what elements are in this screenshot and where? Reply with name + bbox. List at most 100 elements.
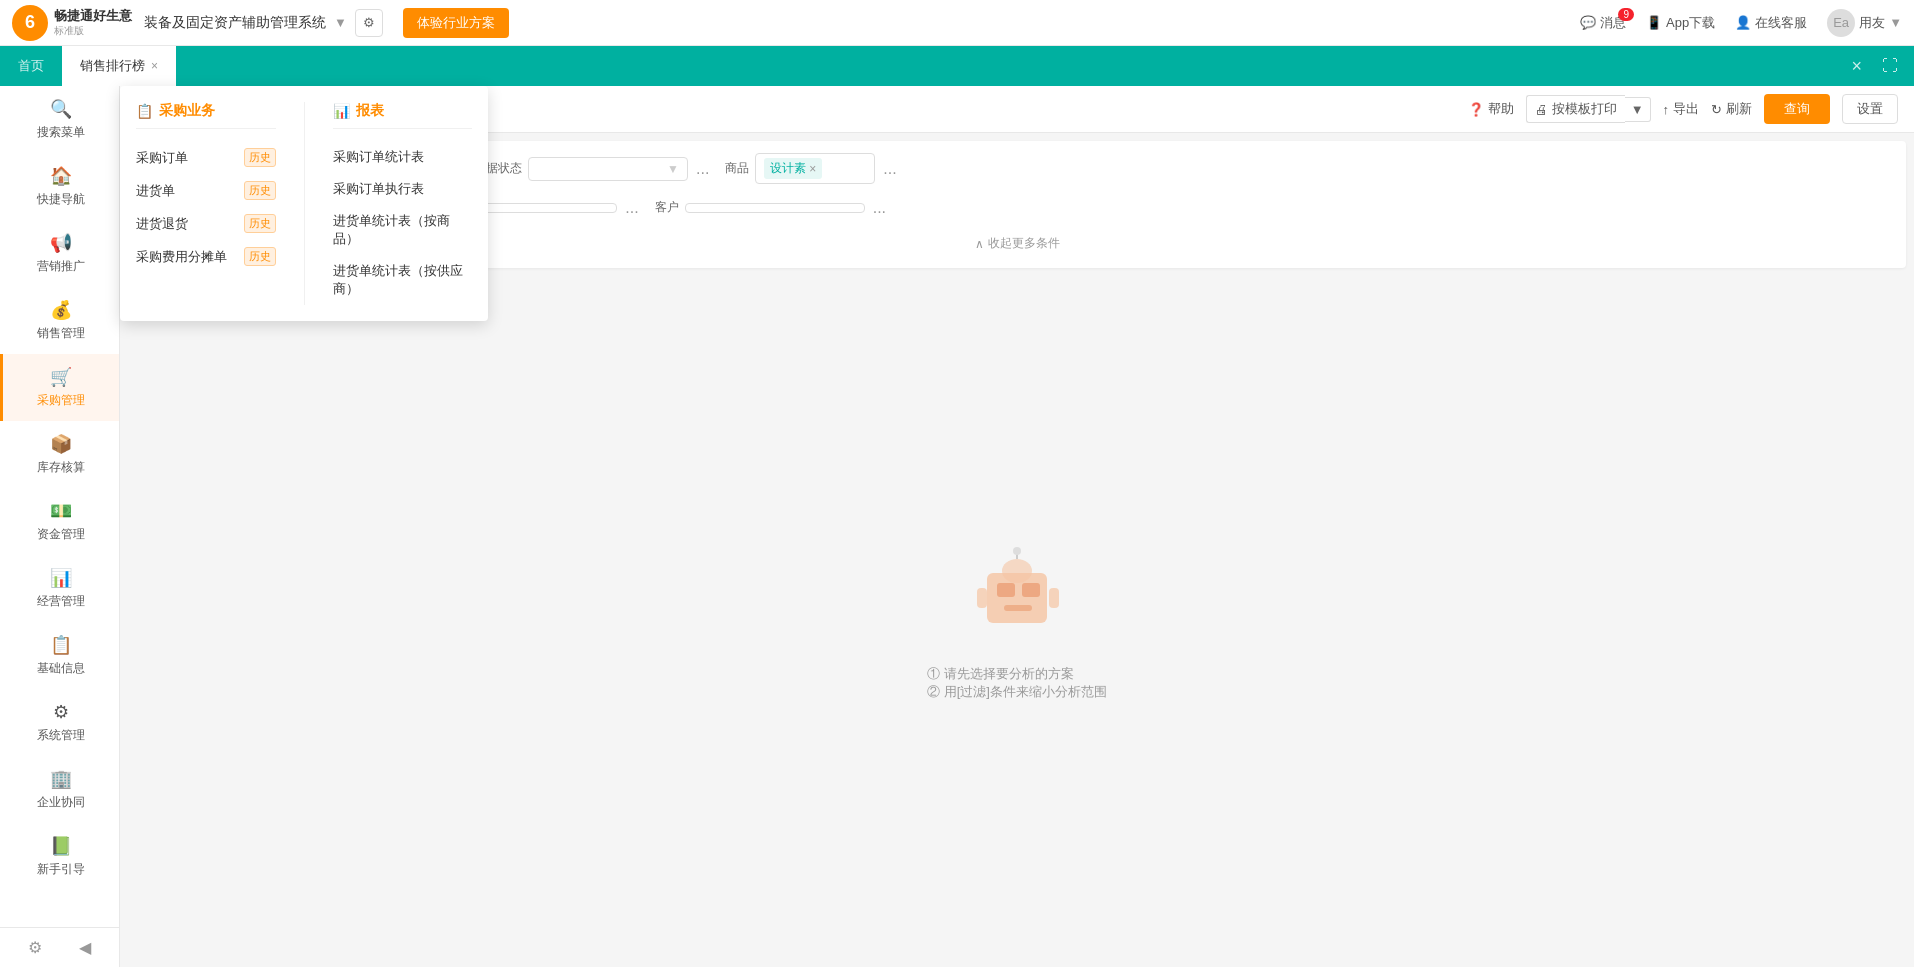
purchase-order-history-badge[interactable]: 历史 <box>244 148 276 167</box>
dropdown-item-purchase-order[interactable]: 采购订单 历史 <box>136 141 276 174</box>
customer-input[interactable] <box>685 203 865 213</box>
guide-icon: 📗 <box>50 835 72 857</box>
sidebar-item-quick-nav[interactable]: 🏠 快捷导航 <box>0 153 119 220</box>
sidebar-item-inventory[interactable]: 📦 库存核算 <box>0 421 119 488</box>
industry-solution-button[interactable]: 体验行业方案 <box>403 8 509 38</box>
status-dots[interactable]: ... <box>696 160 709 178</box>
purchase-order-label: 采购订单 <box>136 149 188 167</box>
refresh-icon: ↻ <box>1711 102 1722 117</box>
dropdown-item-goods-receipt-by-goods[interactable]: 进货单统计表（按商品） <box>333 205 473 255</box>
brand-sub: 标准版 <box>54 24 132 37</box>
tab-sales-rank-label: 销售排行榜 <box>80 57 145 75</box>
setting-button[interactable]: 设置 <box>1842 94 1898 124</box>
status-filter: 单据状态 ▼ ... <box>474 157 709 181</box>
salesman-dots[interactable]: ... <box>625 199 638 217</box>
title-dropdown-icon[interactable]: ▼ <box>334 15 347 30</box>
sidebar-item-search[interactable]: 🔍 搜索菜单 <box>0 86 119 153</box>
svg-rect-1 <box>997 583 1015 597</box>
sidebar-item-finance[interactable]: 💵 资金管理 <box>0 488 119 555</box>
svg-point-8 <box>1013 547 1021 555</box>
goods-return-label: 进货退货 <box>136 215 188 233</box>
system-title: 装备及固定资产辅助管理系统 <box>144 14 326 32</box>
collapse-up-icon: ∧ <box>975 237 984 251</box>
tab-fullscreen-icon[interactable]: ⛶ <box>1878 53 1906 79</box>
sidebar-search-label: 搜索菜单 <box>37 124 85 141</box>
sidebar-collapse-button[interactable]: ◀ <box>79 938 91 957</box>
query-button[interactable]: 查询 <box>1764 94 1830 124</box>
refresh-button[interactable]: ↻ 刷新 <box>1711 100 1752 118</box>
status-select[interactable]: ▼ <box>528 157 688 181</box>
goods-receipt-history-badge[interactable]: 历史 <box>244 181 276 200</box>
dropdown-item-goods-receipt-by-supplier[interactable]: 进货单统计表（按供应商） <box>333 255 473 305</box>
goods-input[interactable]: 设计素 × <box>755 153 875 184</box>
marketing-icon: 📢 <box>50 232 72 254</box>
top-right-area: 💬 消息 9 📱 App下载 👤 在线客服 Ea 用友 ▼ <box>1580 9 1902 37</box>
sidebar-settings-button[interactable]: ⚙ <box>28 938 42 957</box>
print-icon: 🖨 <box>1535 102 1548 117</box>
goods-dots[interactable]: ... <box>883 160 896 178</box>
svg-rect-4 <box>977 588 987 608</box>
purchase-business-section: 📋 采购业务 采购订单 历史 进货单 历史 进货退货 历史 采购费用分摊单 历史 <box>136 102 276 305</box>
sidebar-item-marketing[interactable]: 📢 营销推广 <box>0 220 119 287</box>
help-button[interactable]: ❓ 帮助 <box>1468 100 1514 118</box>
status-select-wrapper: ▼ ... <box>528 157 709 181</box>
export-label: 导出 <box>1673 100 1699 118</box>
export-button[interactable]: ↑ 导出 <box>1663 100 1700 118</box>
goods-tag-label: 设计素 <box>770 160 806 177</box>
settings-gear-button[interactable]: ⚙ <box>355 9 383 37</box>
goods-receipt-by-goods-label: 进货单统计表（按商品） <box>333 212 473 248</box>
sidebar-item-basic[interactable]: 📋 基础信息 <box>0 622 119 689</box>
refresh-label: 刷新 <box>1726 100 1752 118</box>
dropdown-item-purchase-order-exec[interactable]: 采购订单执行表 <box>333 173 473 205</box>
customer-label: 客户 <box>655 199 679 216</box>
logo-text: 畅捷通好生意 标准版 <box>54 8 132 38</box>
dropdown-item-purchase-order-stat[interactable]: 采购订单统计表 <box>333 141 473 173</box>
print-dropdown-button[interactable]: ▼ <box>1625 97 1651 122</box>
tab-close-icon[interactable]: × <box>151 59 158 73</box>
goods-input-wrapper: 设计素 × ... <box>755 153 896 184</box>
dropdown-item-purchase-expense[interactable]: 采购费用分摊单 历史 <box>136 240 276 273</box>
goods-tag-close[interactable]: × <box>809 162 816 176</box>
sidebar-quick-nav-label: 快捷导航 <box>37 191 85 208</box>
sidebar-item-system[interactable]: ⚙ 系统管理 <box>0 689 119 756</box>
report-section-icon: 📊 <box>333 103 350 119</box>
message-button[interactable]: 💬 消息 9 <box>1580 14 1626 32</box>
export-icon: ↑ <box>1663 102 1670 117</box>
sales-icon: 💰 <box>50 299 72 321</box>
sidebar-sales-label: 销售管理 <box>37 325 85 342</box>
online-service-button[interactable]: 👤 在线客服 <box>1735 14 1807 32</box>
dropdown-item-goods-receipt[interactable]: 进货单 历史 <box>136 174 276 207</box>
sidebar-item-purchase[interactable]: 🛒 采购管理 <box>0 354 119 421</box>
tip1-bullet: ① <box>927 666 940 681</box>
collapse-label: 收起更多条件 <box>988 235 1060 252</box>
purchase-expense-history-badge[interactable]: 历史 <box>244 247 276 266</box>
sidebar-footer: ⚙ ◀ <box>0 927 119 967</box>
sidebar-item-operations[interactable]: 📊 经营管理 <box>0 555 119 622</box>
sidebar-item-sales[interactable]: 💰 销售管理 <box>0 287 119 354</box>
sidebar-item-guide[interactable]: 📗 新手引导 <box>0 823 119 890</box>
goods-return-history-badge[interactable]: 历史 <box>244 214 276 233</box>
tab-sales-rank[interactable]: 销售排行榜 × <box>62 46 176 86</box>
svg-point-6 <box>1002 559 1032 583</box>
customer-dots[interactable]: ... <box>873 199 886 217</box>
purchase-dropdown-menu: 📋 采购业务 采购订单 历史 进货单 历史 进货退货 历史 采购费用分摊单 历史… <box>120 86 488 321</box>
goods-receipt-label: 进货单 <box>136 182 175 200</box>
purchase-expense-label: 采购费用分摊单 <box>136 248 227 266</box>
sidebar-system-label: 系统管理 <box>37 727 85 744</box>
app-download-button[interactable]: 📱 App下载 <box>1646 14 1715 32</box>
logo-area: 6 畅捷通好生意 标准版 <box>12 5 132 41</box>
operations-icon: 📊 <box>50 567 72 589</box>
sidebar-inventory-label: 库存核算 <box>37 459 85 476</box>
dropdown-item-goods-return[interactable]: 进货退货 历史 <box>136 207 276 240</box>
tab-home[interactable]: 首页 <box>0 46 62 86</box>
sidebar-item-enterprise[interactable]: 🏢 企业协同 <box>0 756 119 823</box>
help-label: 帮助 <box>1488 100 1514 118</box>
message-badge: 9 <box>1618 8 1634 21</box>
sidebar-operations-label: 经营管理 <box>37 593 85 610</box>
user-menu[interactable]: Ea 用友 ▼ <box>1827 9 1902 37</box>
tab-close-all-icon[interactable]: × <box>1847 52 1870 81</box>
print-button[interactable]: 🖨 按模板打印 <box>1526 95 1625 123</box>
print-button-group: 🖨 按模板打印 ▼ <box>1526 95 1651 123</box>
report-section-title: 📊 报表 <box>333 102 473 129</box>
user-label: 用友 <box>1859 14 1885 32</box>
